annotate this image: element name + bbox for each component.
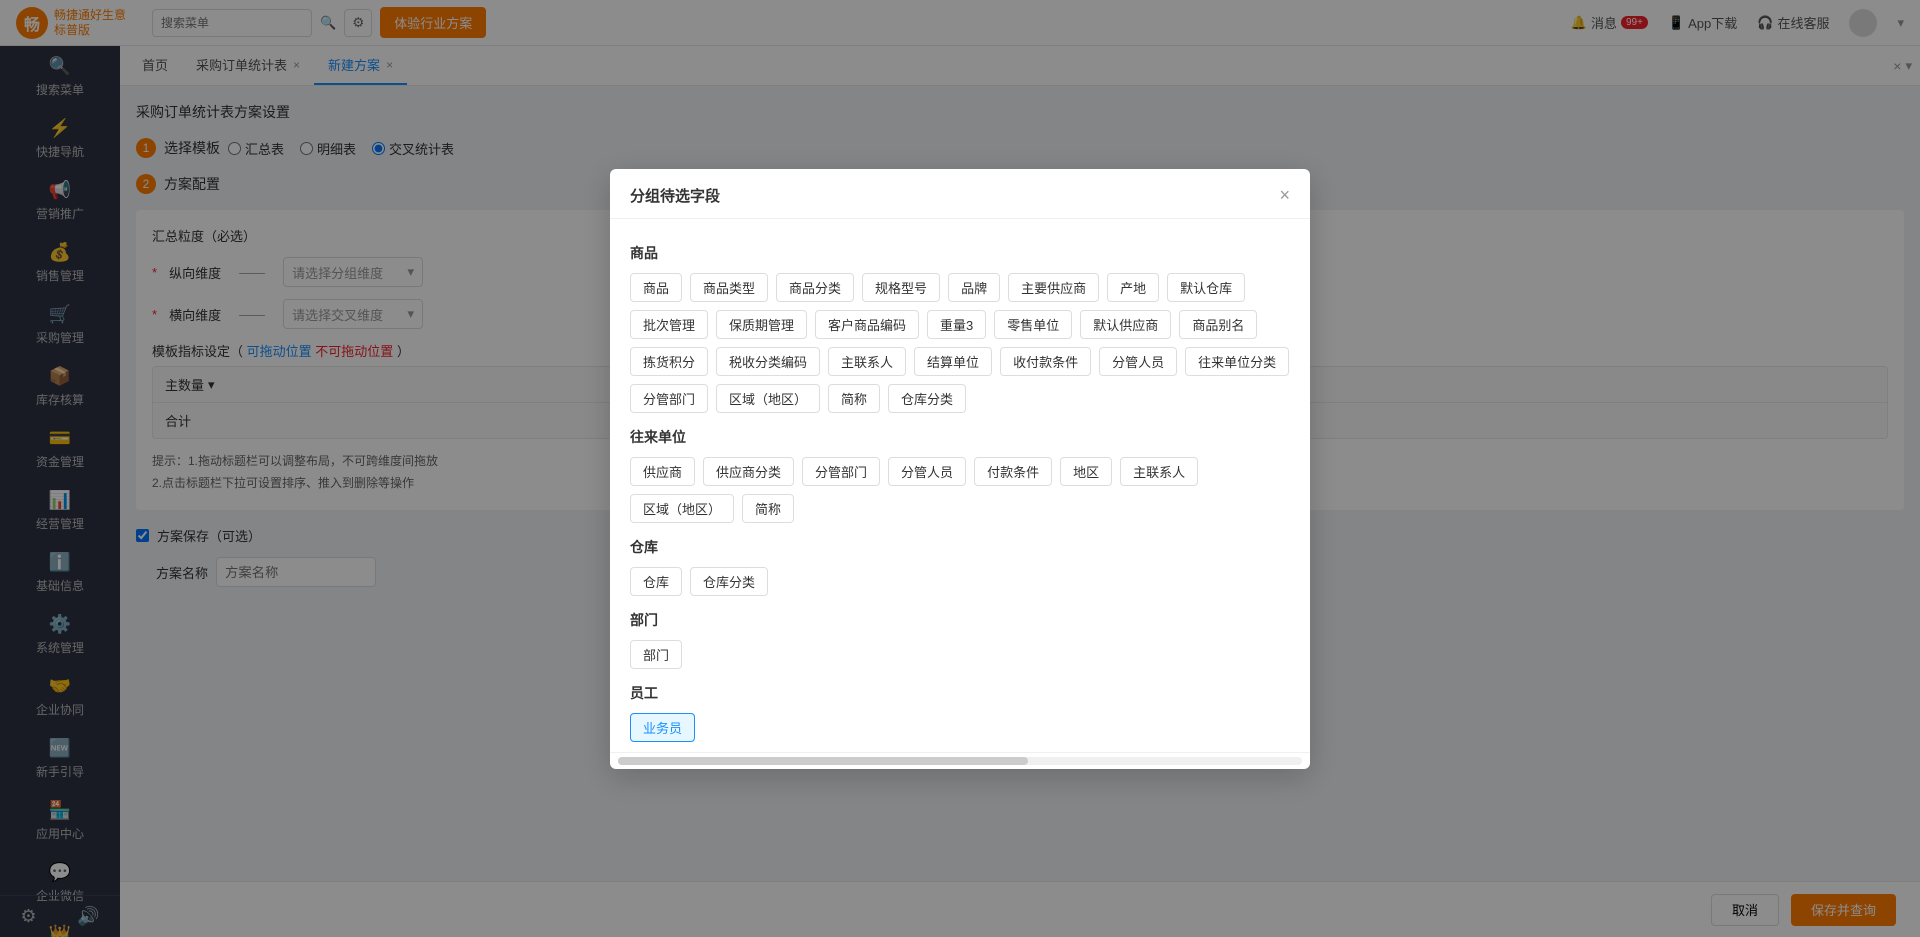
field-tag[interactable]: 主联系人	[1120, 457, 1198, 486]
field-tag[interactable]: 产地	[1107, 273, 1159, 302]
field-tag-salesman[interactable]: 业务员	[630, 713, 695, 742]
field-tag[interactable]: 客户商品编码	[815, 310, 919, 339]
modal-title: 分组待选字段	[630, 185, 720, 206]
field-grid-counterparty: 供应商 供应商分类 分管部门 分管人员 付款条件 地区 主联系人 区域（地区） …	[630, 457, 1290, 523]
field-tag[interactable]: 主要供应商	[1008, 273, 1099, 302]
field-tag[interactable]: 简称	[828, 384, 880, 413]
horizontal-scrollbar[interactable]	[618, 757, 1302, 765]
modal-body: 商品 商品 商品类型 商品分类 规格型号 品牌 主要供应商 产地 默认仓库 批次…	[610, 219, 1310, 752]
field-tag[interactable]: 商品分类	[776, 273, 854, 302]
field-tag[interactable]: 收付款条件	[1000, 347, 1091, 376]
field-tag[interactable]: 主联系人	[828, 347, 906, 376]
field-tag[interactable]: 地区	[1060, 457, 1112, 486]
section-title-goods: 商品	[630, 243, 1290, 263]
field-tag[interactable]: 品牌	[948, 273, 1000, 302]
field-tag[interactable]: 区域（地区）	[716, 384, 820, 413]
field-tag[interactable]: 商品别名	[1179, 310, 1257, 339]
section-title-warehouse: 仓库	[630, 537, 1290, 557]
section-title-dept: 部门	[630, 610, 1290, 630]
field-tag[interactable]: 供应商	[630, 457, 695, 486]
field-tag[interactable]: 仓库分类	[690, 567, 768, 596]
field-tag[interactable]: 重量3	[927, 310, 986, 339]
section-title-counterparty: 往来单位	[630, 427, 1290, 447]
field-tag[interactable]: 仓库分类	[888, 384, 966, 413]
field-tag[interactable]: 分管部门	[630, 384, 708, 413]
field-tag[interactable]: 部门	[630, 640, 682, 669]
field-tag[interactable]: 零售单位	[994, 310, 1072, 339]
field-tag[interactable]: 结算单位	[914, 347, 992, 376]
field-tag[interactable]: 简称	[742, 494, 794, 523]
field-grid-staff: 业务员	[630, 713, 1290, 742]
field-tag[interactable]: 区域（地区）	[630, 494, 734, 523]
field-tag[interactable]: 规格型号	[862, 273, 940, 302]
modal-close-button[interactable]: ×	[1279, 185, 1290, 206]
field-tag[interactable]: 分管人员	[888, 457, 966, 486]
field-tag[interactable]: 付款条件	[974, 457, 1052, 486]
field-tag[interactable]: 商品类型	[690, 273, 768, 302]
field-tag[interactable]: 仓库	[630, 567, 682, 596]
field-select-modal: 分组待选字段 × 商品 商品 商品类型 商品分类 规格型号 品牌 主要供应商 产…	[610, 169, 1310, 769]
field-tag[interactable]: 拣货积分	[630, 347, 708, 376]
scrollbar-thumb	[618, 757, 1028, 765]
field-tag[interactable]: 保质期管理	[716, 310, 807, 339]
field-tag[interactable]: 分管部门	[802, 457, 880, 486]
field-tag[interactable]: 批次管理	[630, 310, 708, 339]
field-tag[interactable]: 分管人员	[1099, 347, 1177, 376]
field-grid-warehouse: 仓库 仓库分类	[630, 567, 1290, 596]
modal-header: 分组待选字段 ×	[610, 169, 1310, 219]
field-tag[interactable]: 供应商分类	[703, 457, 794, 486]
field-tag[interactable]: 商品	[630, 273, 682, 302]
field-grid-goods: 商品 商品类型 商品分类 规格型号 品牌 主要供应商 产地 默认仓库 批次管理 …	[630, 273, 1290, 413]
field-tag[interactable]: 往来单位分类	[1185, 347, 1289, 376]
field-grid-dept: 部门	[630, 640, 1290, 669]
field-tag[interactable]: 默认仓库	[1167, 273, 1245, 302]
modal-scroll-x	[610, 752, 1310, 769]
field-tag[interactable]: 税收分类编码	[716, 347, 820, 376]
field-tag[interactable]: 默认供应商	[1080, 310, 1171, 339]
section-title-staff: 员工	[630, 683, 1290, 703]
